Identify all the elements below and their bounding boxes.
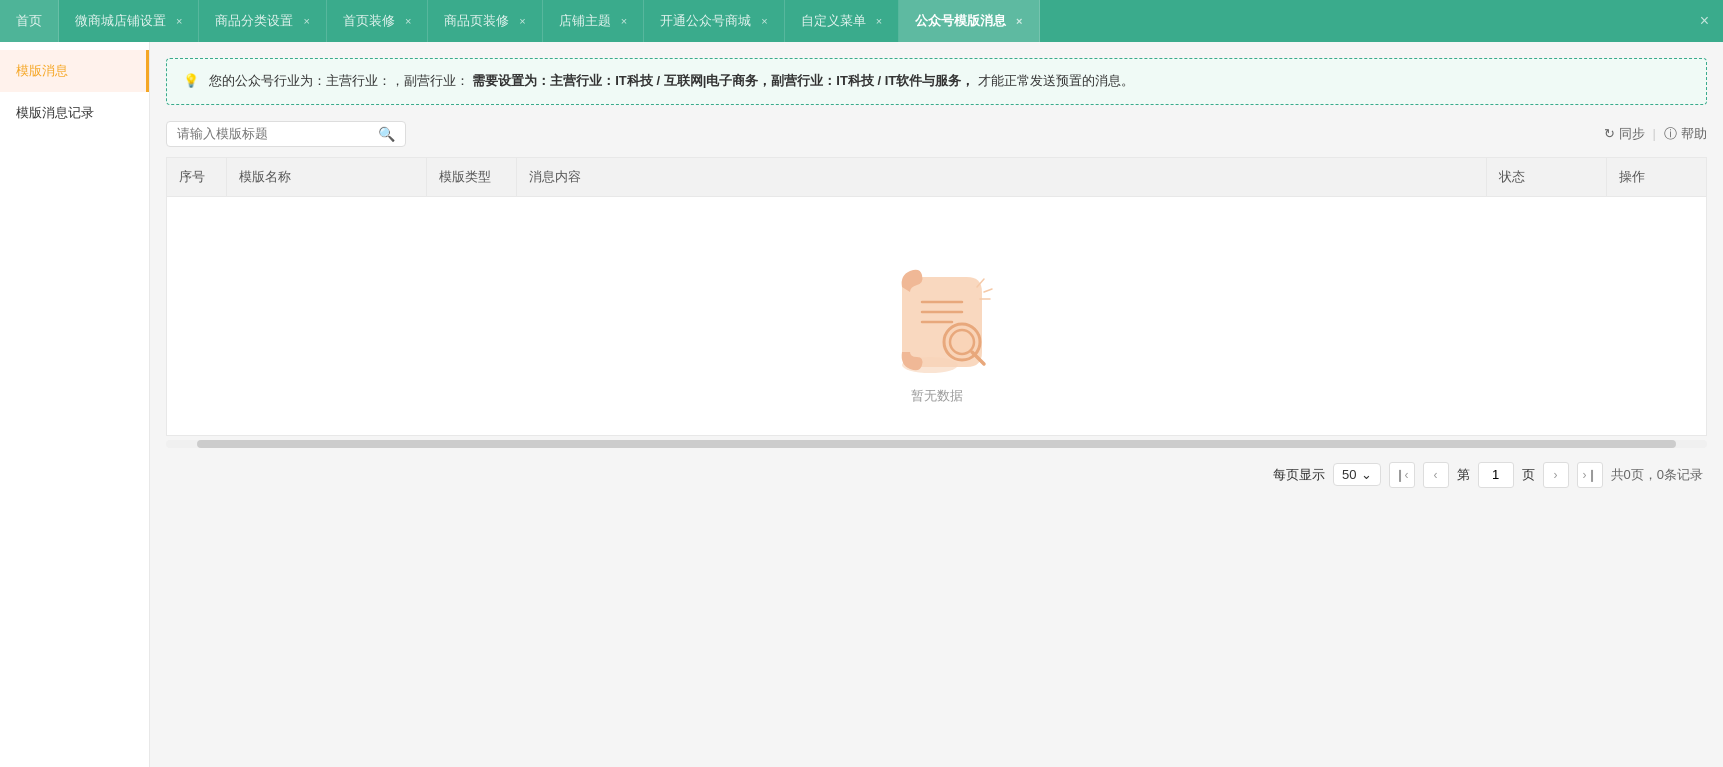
notice-icon: 💡	[183, 73, 199, 88]
table-header-row: 序号 模版名称 模版类型 消息内容 状态 操作	[167, 157, 1707, 196]
sidebar-item-template-message[interactable]: 模版消息	[0, 50, 149, 92]
close-all-tabs-button[interactable]: ×	[1686, 0, 1723, 42]
data-table: 序号 模版名称 模版类型 消息内容 状态 操作	[166, 157, 1707, 436]
page-prev-button[interactable]: ‹	[1423, 462, 1449, 488]
tab-home-decor-close[interactable]: ×	[405, 15, 411, 27]
table-body: 暂无数据	[167, 196, 1707, 435]
pagination-bar: 每页显示 50 ⌄ ❙‹ ‹ 第 页 › ›❙ 共0页，0条记录	[166, 452, 1707, 492]
page-last-button[interactable]: ›❙	[1577, 462, 1603, 488]
col-type: 模版类型	[427, 157, 517, 196]
empty-state-illustration	[872, 257, 1002, 387]
tab-product-decor[interactable]: 商品页装修 ×	[428, 0, 542, 42]
horizontal-scrollbar[interactable]	[166, 440, 1707, 448]
page-word: 第	[1457, 466, 1470, 484]
toolbar: 🔍 ↻ 同步 | ⓘ 帮助	[166, 121, 1707, 147]
tab-product-decor-label: 商品页装修	[444, 12, 509, 30]
page-size-select[interactable]: 50 ⌄	[1333, 463, 1380, 486]
col-action: 操作	[1607, 157, 1707, 196]
empty-state: 暂无数据	[167, 197, 1706, 435]
sync-icon: ↻	[1604, 126, 1615, 141]
tab-template-msg-label: 公众号模版消息	[915, 12, 1006, 30]
tab-store-theme[interactable]: 店铺主题 ×	[543, 0, 644, 42]
notice-highlight: 需要设置为：主营行业：IT科技 / 互联网|电子商务，副营行业：IT科技 / I…	[472, 73, 974, 88]
sidebar-item-template-message-label: 模版消息	[16, 63, 68, 78]
page-word2: 页	[1522, 466, 1535, 484]
content-area: 💡 您的公众号行业为：主营行业：，副营行业： 需要设置为：主营行业：IT科技 /…	[150, 42, 1723, 767]
help-button[interactable]: ⓘ 帮助	[1664, 125, 1707, 143]
tab-home-decor[interactable]: 首页装修 ×	[327, 0, 428, 42]
help-circle-icon: ⓘ	[1664, 125, 1677, 143]
tab-open-mall[interactable]: 开通公众号商城 ×	[644, 0, 784, 42]
page-next-button[interactable]: ›	[1543, 462, 1569, 488]
tab-template-msg-close[interactable]: ×	[1016, 15, 1022, 27]
page-size-chevron-icon: ⌄	[1361, 467, 1372, 482]
sidebar-item-template-message-log-label: 模版消息记录	[16, 105, 94, 120]
table-header: 序号 模版名称 模版类型 消息内容 状态 操作	[167, 157, 1707, 196]
tab-store-theme-close[interactable]: ×	[621, 15, 627, 27]
page-number-input[interactable]	[1478, 462, 1514, 488]
page-size-value: 50	[1342, 467, 1356, 482]
tab-open-mall-close[interactable]: ×	[761, 15, 767, 27]
sync-button[interactable]: ↻ 同步	[1604, 125, 1645, 143]
search-input[interactable]	[177, 126, 378, 141]
toolbar-right: ↻ 同步 | ⓘ 帮助	[1604, 125, 1707, 143]
tab-custom-menu-label: 自定义菜单	[801, 12, 866, 30]
search-box: 🔍	[166, 121, 406, 147]
tab-product-decor-close[interactable]: ×	[519, 15, 525, 27]
tab-home-decor-label: 首页装修	[343, 12, 395, 30]
search-icon[interactable]: 🔍	[378, 126, 395, 142]
svg-line-8	[984, 289, 992, 292]
tab-category-setting-label: 商品分类设置	[215, 12, 293, 30]
tab-template-msg[interactable]: 公众号模版消息 ×	[899, 0, 1039, 42]
notice-prefix: 您的公众号行业为：主营行业：，副营行业：	[209, 73, 469, 88]
tab-home-label: 首页	[16, 12, 42, 30]
help-label: 帮助	[1681, 125, 1707, 143]
page-first-button[interactable]: ❙‹	[1389, 462, 1415, 488]
page-total: 共0页，0条记录	[1611, 466, 1703, 484]
top-tabbar: 首页 微商城店铺设置 × 商品分类设置 × 首页装修 × 商品页装修 × 店铺主…	[0, 0, 1723, 42]
sidebar: 模版消息 模版消息记录	[0, 42, 150, 767]
empty-state-row: 暂无数据	[167, 196, 1707, 435]
scrollbar-thumb[interactable]	[197, 440, 1676, 448]
tab-store-setting[interactable]: 微商城店铺设置 ×	[59, 0, 199, 42]
tab-custom-menu-close[interactable]: ×	[876, 15, 882, 27]
empty-text: 暂无数据	[911, 387, 963, 405]
col-seq: 序号	[167, 157, 227, 196]
tab-store-setting-close[interactable]: ×	[176, 15, 182, 27]
page-size-label: 每页显示	[1273, 466, 1325, 484]
notice-suffix: 才能正常发送预置的消息。	[978, 73, 1134, 88]
sidebar-item-template-message-log[interactable]: 模版消息记录	[0, 92, 149, 134]
main-layout: 模版消息 模版消息记录 💡 您的公众号行业为：主营行业：，副营行业： 需要设置为…	[0, 42, 1723, 767]
col-content: 消息内容	[517, 157, 1487, 196]
col-name: 模版名称	[227, 157, 427, 196]
tab-open-mall-label: 开通公众号商城	[660, 12, 751, 30]
tab-category-setting-close[interactable]: ×	[303, 15, 309, 27]
tab-custom-menu[interactable]: 自定义菜单 ×	[785, 0, 899, 42]
col-status: 状态	[1487, 157, 1607, 196]
tab-home[interactable]: 首页	[0, 0, 59, 42]
tab-store-theme-label: 店铺主题	[559, 12, 611, 30]
notice-box: 💡 您的公众号行业为：主营行业：，副营行业： 需要设置为：主营行业：IT科技 /…	[166, 58, 1707, 105]
toolbar-divider: |	[1653, 126, 1656, 141]
sync-label: 同步	[1619, 125, 1645, 143]
tab-store-setting-label: 微商城店铺设置	[75, 12, 166, 30]
tab-category-setting[interactable]: 商品分类设置 ×	[199, 0, 326, 42]
